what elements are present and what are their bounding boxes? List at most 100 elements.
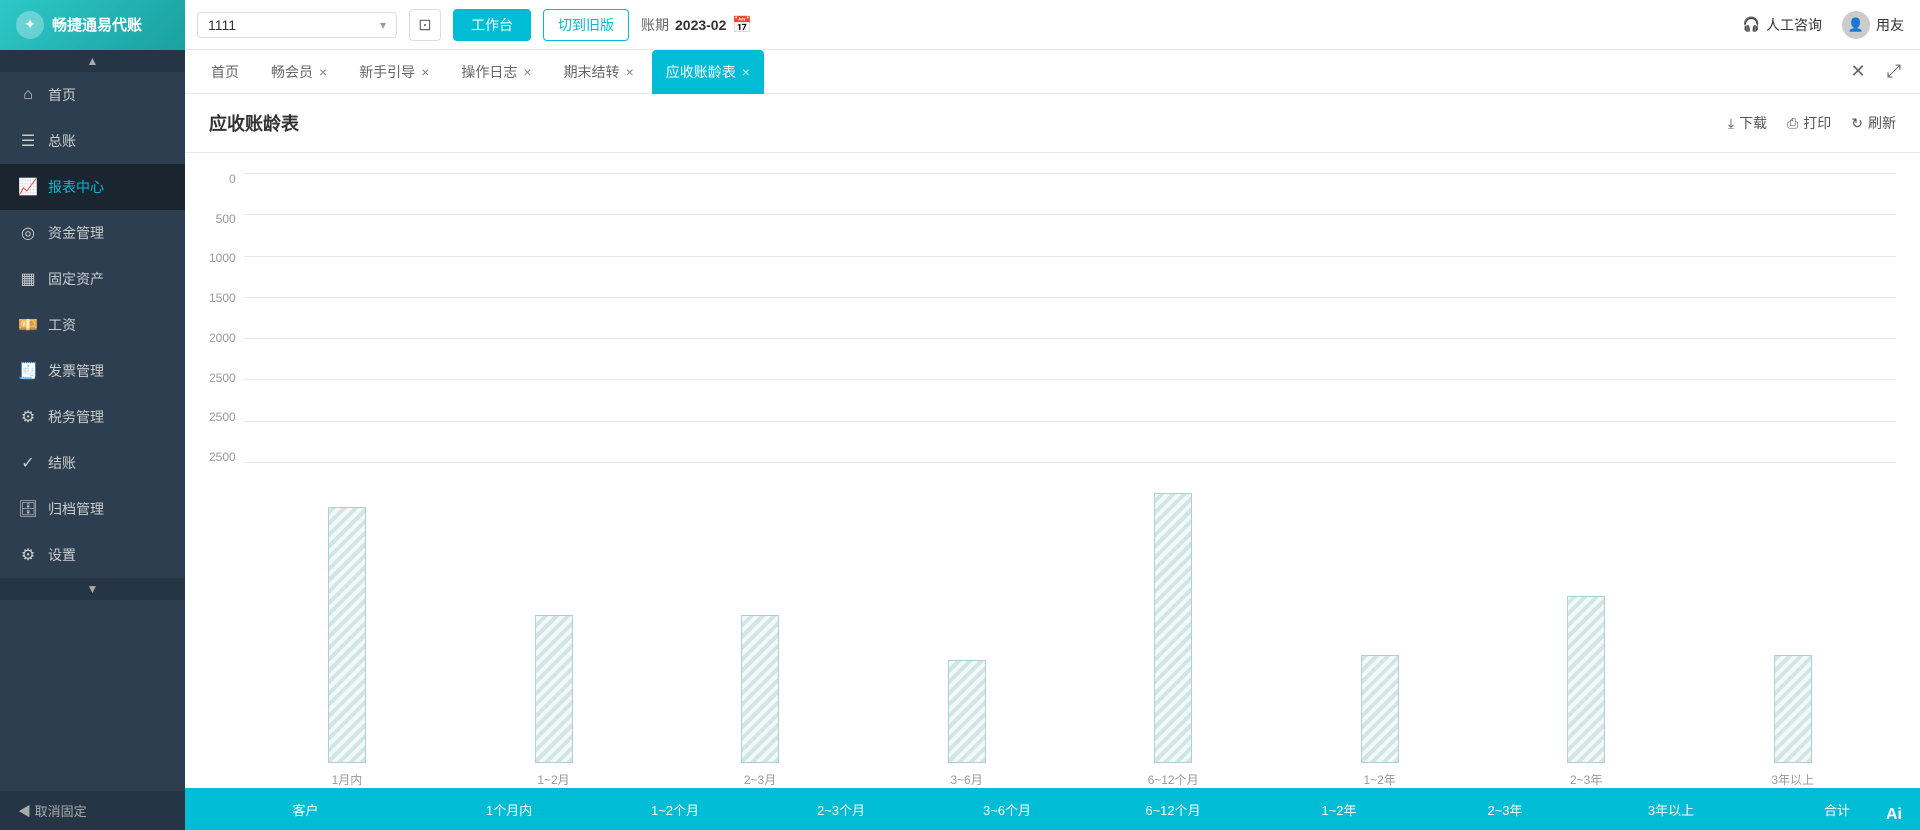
- page-actions: ⤓ 下载 ⎙ 打印 ↻ 刷新: [1728, 113, 1896, 133]
- x-label-4: 6~12个月: [1090, 771, 1257, 788]
- table-header: 客户1个月内1~2个月2~3个月3~6个月6~12个月1~2年2~3年3年以上合…: [185, 788, 1920, 830]
- bar-2: [741, 615, 779, 764]
- bar-5: [1361, 655, 1399, 763]
- workbench-button[interactable]: 工作台: [453, 9, 531, 41]
- tab-guide[interactable]: 新手引导 ×: [345, 50, 443, 94]
- main-layout: ▲ ⌂ 首页 ☰ 总账 📈 报表中心 ◎ 资金管理 ▦ 固定资产 💴 工资 🧾 …: [0, 50, 1920, 830]
- sidebar-item-settings[interactable]: ⚙ 设置: [0, 532, 185, 578]
- print-label: 打印: [1803, 113, 1831, 133]
- chart-section: 2500 2500 2500 2000 1500 1000 500 0: [185, 153, 1920, 788]
- sidebar-label-ledger: 总账: [48, 131, 76, 151]
- tab-home[interactable]: 首页: [197, 50, 253, 94]
- print-button[interactable]: ⎙ 打印: [1787, 113, 1831, 133]
- sidebar-item-salary[interactable]: 💴 工资: [0, 302, 185, 348]
- salary-icon: 💴: [18, 315, 38, 335]
- consult-label: 人工咨询: [1766, 15, 1822, 35]
- bar-group-3: [883, 173, 1050, 763]
- tab-aging-label: 应收账龄表: [666, 62, 736, 82]
- sidebar-item-invoice[interactable]: 🧾 发票管理: [0, 348, 185, 394]
- th-cell-7: 2~3年: [1422, 800, 1588, 819]
- tab-aging[interactable]: 应收账龄表 ×: [652, 50, 764, 94]
- sidebar-scroll-down[interactable]: ▼: [0, 578, 185, 600]
- print-icon: ⎙: [1787, 115, 1798, 132]
- bar-1: [535, 615, 573, 764]
- y-label-2000: 2000: [209, 332, 236, 344]
- ai-badge[interactable]: Ai: [1868, 800, 1920, 830]
- tax-icon: ⚙: [18, 407, 38, 427]
- tab-member-label: 畅会员: [271, 62, 313, 82]
- y-axis: 2500 2500 2500 2000 1500 1000 500 0: [209, 173, 236, 493]
- sidebar-item-archive[interactable]: 🗄 归档管理: [0, 486, 185, 532]
- bars-area: 1月内1~2月2~3月3~6月6~12个月1~2年2~3年3年以上: [244, 173, 1896, 788]
- x-label-6: 2~3年: [1503, 771, 1670, 788]
- tab-expand-icon[interactable]: ⤢: [1880, 58, 1908, 86]
- user-area[interactable]: 👤 用友: [1842, 11, 1904, 39]
- invoice-icon: 🧾: [18, 361, 38, 381]
- period-area: 账期 2023-02 📅: [641, 15, 752, 35]
- ai-label: Ai: [1886, 806, 1902, 823]
- sidebar-item-tax[interactable]: ⚙ 税务管理: [0, 394, 185, 440]
- bar-group-5: [1296, 173, 1463, 763]
- bar-0: [328, 507, 366, 764]
- y-label-2500b: 2500: [209, 411, 236, 423]
- tab-guide-label: 新手引导: [359, 62, 415, 82]
- company-selector[interactable]: 1111 ▾: [197, 12, 397, 38]
- bar-3: [948, 660, 986, 763]
- sidebar-label-checkout: 结账: [48, 453, 76, 473]
- logo-icon: ✦: [16, 11, 44, 39]
- logo-text: 畅捷通易代账: [52, 14, 142, 35]
- sidebar-item-funds[interactable]: ◎ 资金管理: [0, 210, 185, 256]
- tab-period-end-label: 期末结转: [564, 62, 620, 82]
- sidebar-scroll-up[interactable]: ▲: [0, 50, 185, 72]
- bar-group-6: [1503, 173, 1670, 763]
- copy-button[interactable]: ⊡: [409, 9, 441, 41]
- reports-icon: 📈: [18, 177, 38, 197]
- settings-icon: ⚙: [18, 545, 38, 565]
- switch-old-button[interactable]: 切到旧版: [543, 9, 629, 41]
- sidebar-item-checkout[interactable]: ✓ 结账: [0, 440, 185, 486]
- home-icon: ⌂: [18, 85, 38, 105]
- checkout-icon: ✓: [18, 453, 38, 473]
- x-label-0: 1月内: [264, 771, 431, 788]
- tab-aging-close[interactable]: ×: [742, 64, 750, 80]
- tab-guide-close[interactable]: ×: [421, 64, 429, 80]
- sidebar-item-home[interactable]: ⌂ 首页: [0, 72, 185, 118]
- assets-icon: ▦: [18, 269, 38, 289]
- x-label-1: 1~2月: [470, 771, 637, 788]
- bar-7: [1774, 655, 1812, 763]
- chart-wrapper: 2500 2500 2500 2000 1500 1000 500 0: [209, 173, 1896, 788]
- th-cell-3: 2~3个月: [758, 800, 924, 819]
- calendar-icon[interactable]: 📅: [732, 15, 752, 35]
- headset-icon: 🎧: [1743, 16, 1760, 33]
- tab-close-all-icon[interactable]: ✕: [1844, 58, 1872, 86]
- y-label-0: 0: [229, 173, 236, 185]
- ledger-icon: ☰: [18, 131, 38, 151]
- refresh-button[interactable]: ↻ 刷新: [1851, 113, 1896, 133]
- bar-group-1: [470, 173, 637, 763]
- tab-member[interactable]: 畅会员 ×: [257, 50, 341, 94]
- tab-oplog[interactable]: 操作日志 ×: [447, 50, 545, 94]
- y-label-2500c: 2500: [209, 451, 236, 463]
- chevron-down-icon: ▾: [380, 18, 386, 32]
- sidebar-unpin[interactable]: ◀ 取消固定: [0, 791, 185, 830]
- th-cell-2: 1~2个月: [592, 800, 758, 819]
- th-cell-0: 客户: [185, 800, 426, 819]
- th-cell-5: 6~12个月: [1090, 800, 1256, 819]
- tab-oplog-close[interactable]: ×: [523, 64, 531, 80]
- logo-area: ✦ 畅捷通易代账: [0, 0, 185, 50]
- sidebar-item-assets[interactable]: ▦ 固定资产: [0, 256, 185, 302]
- company-name: 1111: [208, 17, 236, 33]
- user-name: 用友: [1876, 15, 1904, 35]
- bar-group-0: [264, 173, 431, 763]
- sidebar-item-ledger[interactable]: ☰ 总账: [0, 118, 185, 164]
- download-button[interactable]: ⤓ 下载: [1728, 113, 1767, 133]
- tab-period-end-close[interactable]: ×: [626, 64, 634, 80]
- x-label-2: 2~3月: [677, 771, 844, 788]
- sidebar-item-reports[interactable]: 📈 报表中心: [0, 164, 185, 210]
- page-title: 应收账龄表: [209, 110, 299, 136]
- bar-group-2: [677, 173, 844, 763]
- tab-period-end[interactable]: 期末结转 ×: [550, 50, 648, 94]
- sidebar-label-salary: 工资: [48, 315, 76, 335]
- tab-member-close[interactable]: ×: [319, 64, 327, 80]
- consult-area[interactable]: 🎧 人工咨询: [1743, 15, 1822, 35]
